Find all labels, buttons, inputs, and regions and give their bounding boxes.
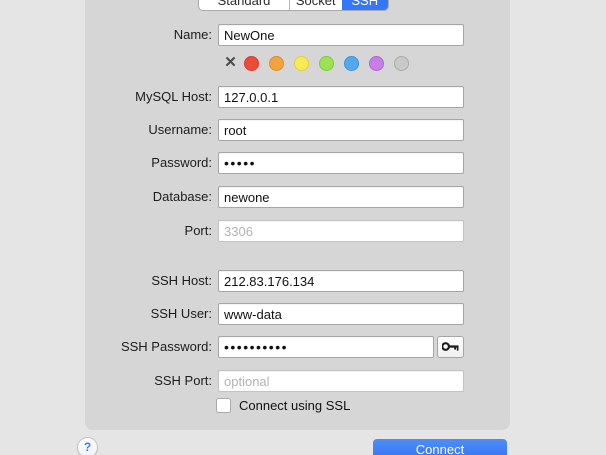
color-swatch-green[interactable]: [319, 56, 334, 71]
tab-ssh[interactable]: SSH: [341, 0, 388, 10]
color-swatch-blue[interactable]: [344, 56, 359, 71]
ssh-user-label: SSH User:: [150, 306, 212, 321]
color-swatch-yellow[interactable]: [294, 56, 309, 71]
ssh-password-label: SSH Password:: [120, 339, 212, 354]
mysql-host-input[interactable]: [218, 86, 464, 108]
password-input[interactable]: [218, 152, 464, 174]
password-label: Password:: [151, 155, 212, 170]
color-swatch-gray[interactable]: [394, 56, 409, 71]
ssh-key-file-button[interactable]: [437, 336, 464, 358]
tab-socket[interactable]: Socket: [289, 0, 341, 10]
database-input[interactable]: [218, 186, 464, 208]
ssl-checkbox-label[interactable]: Connect using SSL: [239, 398, 350, 413]
mysql-host-label: MySQL Host:: [135, 89, 212, 104]
connection-type-tabs: Standard Socket SSH: [198, 0, 389, 11]
database-label: Database:: [152, 189, 212, 204]
ssh-host-label: SSH Host:: [151, 273, 212, 288]
ssh-port-label: SSH Port:: [154, 373, 212, 388]
port-label: Port:: [184, 223, 212, 238]
connect-button[interactable]: Connect: [373, 439, 507, 455]
color-swatch-orange[interactable]: [269, 56, 284, 71]
ssh-password-input[interactable]: [218, 336, 434, 358]
username-input[interactable]: [218, 119, 464, 141]
key-icon: [441, 340, 459, 355]
ssh-user-input[interactable]: [218, 303, 464, 325]
ssl-checkbox[interactable]: [216, 398, 231, 413]
port-input[interactable]: [218, 220, 464, 242]
ssh-port-input[interactable]: [218, 370, 464, 392]
name-input[interactable]: [218, 24, 464, 46]
ssh-host-input[interactable]: [218, 270, 464, 292]
tab-standard[interactable]: Standard: [199, 0, 289, 10]
connection-dialog: Standard Socket SSH Name: ✕ MySQL Host: …: [0, 0, 606, 455]
name-label: Name:: [173, 27, 212, 42]
clear-color-icon[interactable]: ✕: [222, 54, 239, 71]
username-label: Username:: [148, 122, 212, 137]
help-button[interactable]: ?: [77, 437, 98, 455]
color-swatch-red[interactable]: [244, 56, 259, 71]
color-swatch-purple[interactable]: [369, 56, 384, 71]
